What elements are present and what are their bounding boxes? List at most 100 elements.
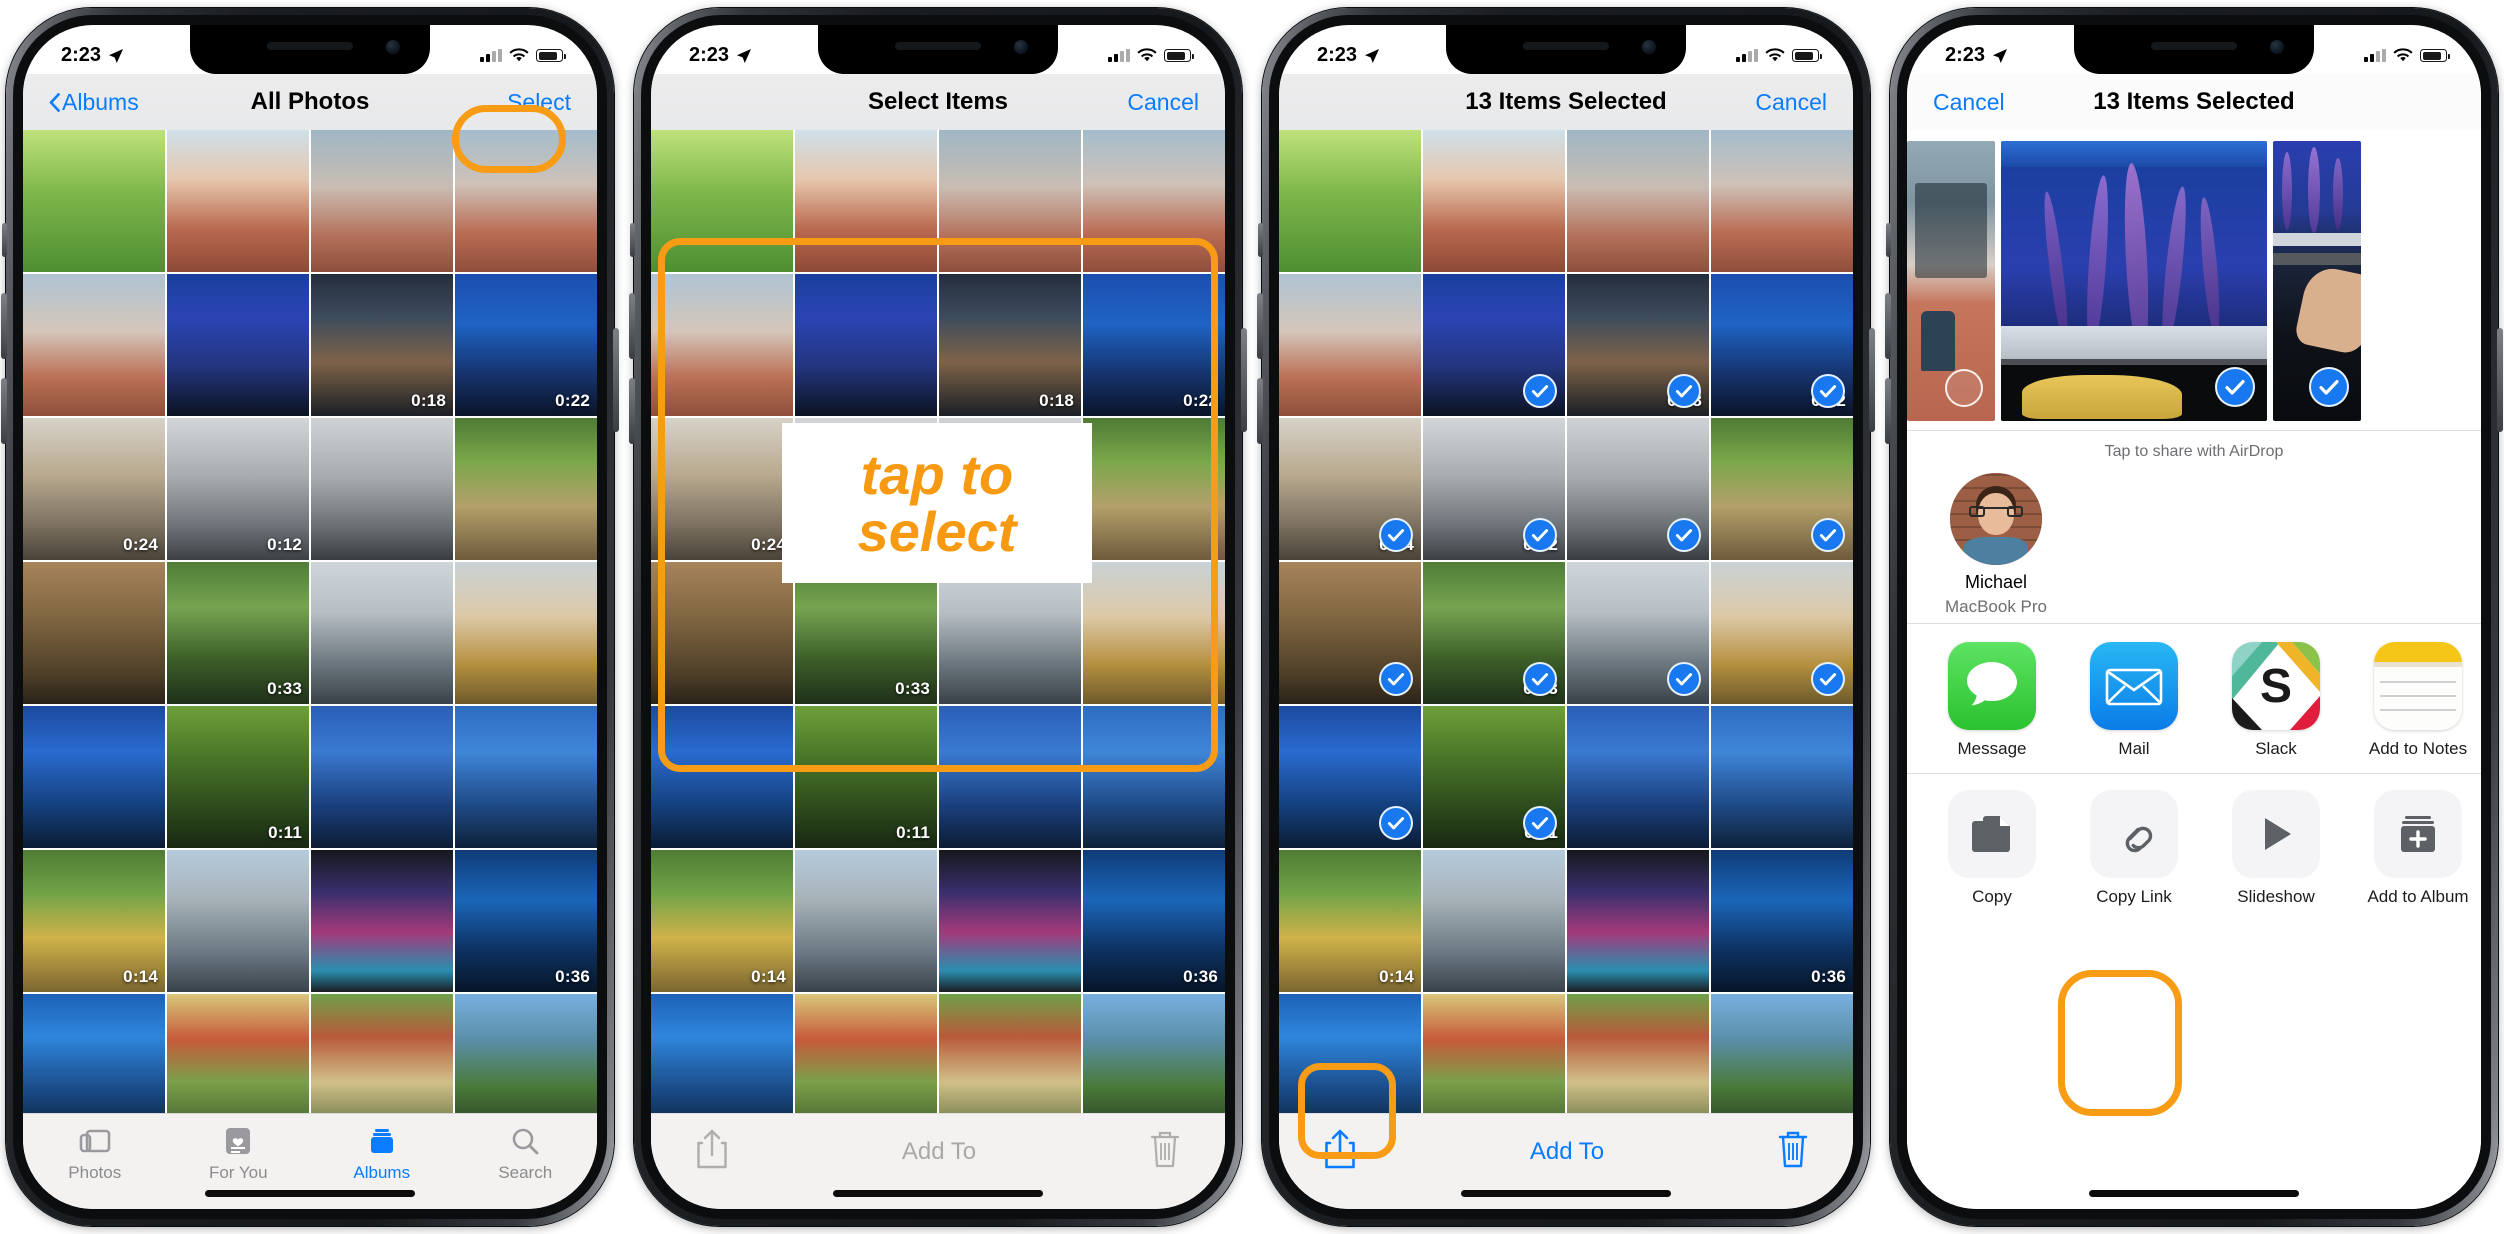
photo-thumbnail[interactable] — [1083, 418, 1225, 560]
photo-thumbnail[interactable] — [939, 850, 1081, 992]
photo-thumbnail[interactable] — [1567, 706, 1709, 848]
share-app-slack[interactable]: S Slack — [2217, 642, 2335, 759]
photo-thumbnail[interactable] — [651, 274, 793, 416]
side-button[interactable] — [1869, 328, 1875, 432]
photo-thumbnail[interactable]: 0:12 — [167, 418, 309, 560]
volume-up-button[interactable] — [1, 293, 7, 359]
photo-thumbnail[interactable] — [1423, 994, 1565, 1113]
side-button[interactable] — [1241, 328, 1247, 432]
photo-thumbnail[interactable] — [795, 274, 937, 416]
action-copy[interactable]: Copy — [1933, 790, 2051, 907]
photo-thumbnail[interactable] — [1083, 994, 1225, 1113]
photo-grid[interactable]: 0:180:220:240:120:330:110:140:36 — [23, 130, 597, 1113]
photo-selected-check[interactable] — [2215, 367, 2255, 407]
photo-thumbnail[interactable] — [167, 994, 309, 1113]
mute-switch[interactable] — [1886, 223, 1891, 257]
photo-selected-check[interactable] — [1667, 662, 1701, 696]
photo-thumbnail[interactable] — [23, 706, 165, 848]
photo-thumbnail[interactable] — [23, 994, 165, 1113]
photo-thumbnail[interactable] — [1567, 850, 1709, 992]
photo-thumbnail[interactable]: 0:36 — [1711, 850, 1853, 992]
share-button[interactable] — [695, 1128, 729, 1175]
photo-thumbnail[interactable]: 0:22 — [1711, 274, 1853, 416]
action-slideshow[interactable]: Slideshow — [2217, 790, 2335, 907]
photo-thumbnail[interactable] — [23, 274, 165, 416]
photo-grid-container[interactable]: 0:180:22 0:240:120:330:11 0:14 0:36 — [1279, 130, 1853, 1113]
photo-thumbnail[interactable] — [311, 562, 453, 704]
delete-button[interactable] — [1777, 1129, 1809, 1174]
photo-thumbnail[interactable] — [651, 562, 793, 704]
photo-thumbnail[interactable] — [1083, 130, 1225, 272]
select-button[interactable]: Select — [507, 89, 571, 116]
volume-down-button[interactable] — [1257, 378, 1263, 444]
photo-thumbnail[interactable] — [1279, 562, 1421, 704]
photo-thumbnail[interactable]: 0:11 — [167, 706, 309, 848]
photo-thumbnail[interactable] — [167, 130, 309, 272]
photo-thumbnail[interactable] — [1567, 562, 1709, 704]
photo-thumbnail[interactable] — [311, 706, 453, 848]
add-to-button[interactable]: Add To — [902, 1138, 976, 1166]
photo-selected-check[interactable] — [1811, 518, 1845, 552]
share-actions-row[interactable]: Copy Copy Link Slideshow Add to Album — [1907, 774, 2481, 917]
photo-thumbnail[interactable]: 0:33 — [795, 562, 937, 704]
photo-thumbnail[interactable] — [1567, 994, 1709, 1113]
volume-up-button[interactable] — [1885, 293, 1891, 359]
tab-albums[interactable]: Albums — [310, 1124, 454, 1183]
photo-thumbnail[interactable] — [795, 994, 937, 1113]
photo-thumbnail[interactable] — [167, 850, 309, 992]
tab-for-you[interactable]: For You — [167, 1124, 311, 1183]
mute-switch[interactable] — [1258, 223, 1263, 257]
photo-thumbnail[interactable] — [311, 994, 453, 1113]
home-indicator[interactable] — [2089, 1190, 2299, 1197]
photo-selected-check[interactable] — [1523, 518, 1557, 552]
photo-thumbnail[interactable] — [1423, 130, 1565, 272]
photo-grid[interactable]: 0:180:220:240:120:330:110:140:36 — [651, 130, 1225, 1113]
photo-thumbnail[interactable] — [939, 706, 1081, 848]
photo-thumbnail[interactable] — [311, 418, 453, 560]
photo-deselect-toggle[interactable] — [1945, 369, 1983, 407]
tab-photos[interactable]: Photos — [23, 1124, 167, 1183]
photo-thumbnail[interactable]: 0:14 — [651, 850, 793, 992]
add-to-button[interactable]: Add To — [1530, 1138, 1604, 1166]
photo-thumbnail[interactable]: 0:11 — [795, 706, 937, 848]
delete-button[interactable] — [1149, 1129, 1181, 1174]
photo-selected-check[interactable] — [1379, 518, 1413, 552]
photo-thumbnail[interactable] — [651, 130, 793, 272]
photo-selected-check[interactable] — [1523, 806, 1557, 840]
photo-thumbnail[interactable] — [795, 130, 937, 272]
photo-selected-check[interactable] — [1667, 374, 1701, 408]
photo-thumbnail[interactable]: 0:22 — [455, 274, 597, 416]
volume-up-button[interactable] — [1257, 293, 1263, 359]
photo-selected-check[interactable] — [1811, 662, 1845, 696]
selected-photos-carousel[interactable] — [1907, 130, 2481, 430]
photo-thumbnail[interactable]: 0:18 — [1567, 274, 1709, 416]
photo-thumbnail[interactable] — [1279, 130, 1421, 272]
photo-thumbnail[interactable] — [311, 130, 453, 272]
mute-switch[interactable] — [630, 223, 635, 257]
photo-thumbnail[interactable] — [1711, 130, 1853, 272]
photo-selected-check[interactable] — [1667, 518, 1701, 552]
photo-thumbnail[interactable] — [311, 850, 453, 992]
photo-thumbnail[interactable] — [1711, 418, 1853, 560]
photo-thumbnail[interactable] — [1711, 706, 1853, 848]
share-apps-row[interactable]: Message Mail S Slack Add to Notes — [1907, 624, 2481, 773]
photo-thumbnail[interactable] — [23, 130, 165, 272]
action-add-to-album[interactable]: Add to Album — [2359, 790, 2477, 907]
cancel-button[interactable]: Cancel — [1127, 89, 1199, 116]
photo-selected-check[interactable] — [1523, 374, 1557, 408]
photo-grid[interactable]: 0:180:220:240:120:330:110:140:36 — [1279, 130, 1853, 1113]
photo-selected-check[interactable] — [1811, 374, 1845, 408]
photo-thumbnail[interactable] — [1279, 994, 1421, 1113]
airdrop-contacts-row[interactable]: Michael MacBook Pro — [1907, 473, 2481, 617]
photo-thumbnail[interactable] — [167, 274, 309, 416]
photo-thumbnail[interactable] — [455, 130, 597, 272]
photo-thumbnail[interactable] — [1279, 274, 1421, 416]
carousel-slide-left[interactable] — [1907, 141, 1995, 421]
carousel-slide-main[interactable] — [2001, 141, 2267, 421]
photo-thumbnail[interactable] — [455, 562, 597, 704]
photo-thumbnail[interactable]: 0:14 — [23, 850, 165, 992]
photo-thumbnail[interactable] — [1567, 418, 1709, 560]
photo-selected-check[interactable] — [1379, 662, 1413, 696]
photo-thumbnail[interactable]: 0:24 — [651, 418, 793, 560]
photo-thumbnail[interactable] — [1423, 274, 1565, 416]
